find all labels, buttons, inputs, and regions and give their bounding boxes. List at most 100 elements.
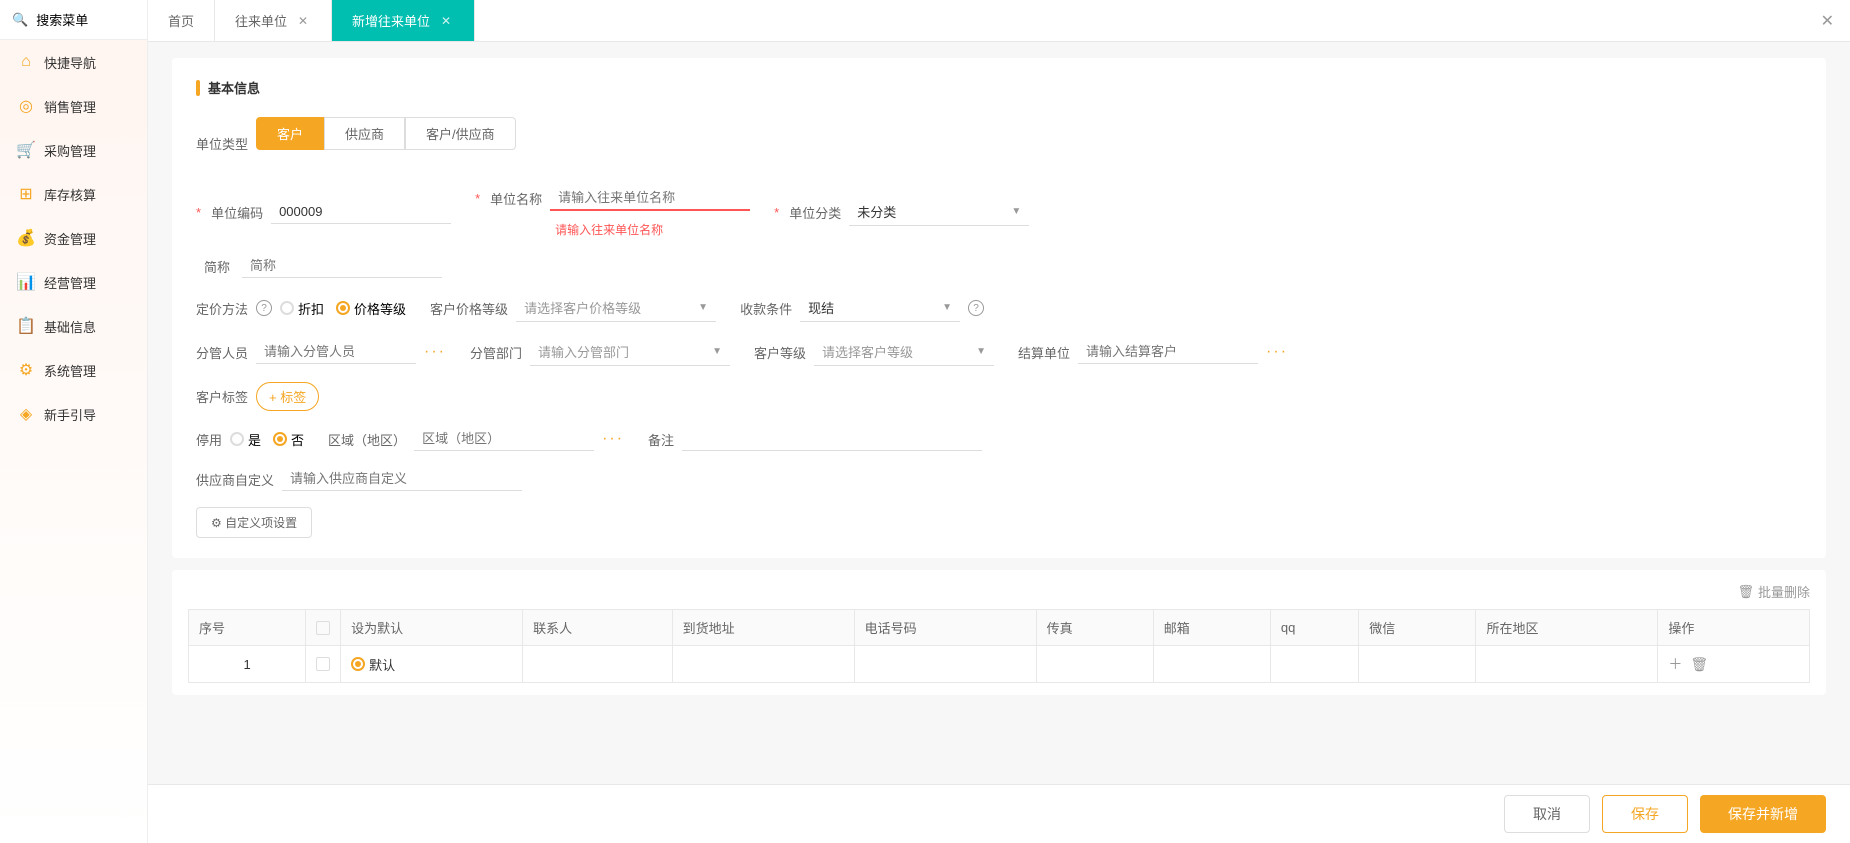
operations-icon: 📊 xyxy=(16,272,36,292)
pricing-radio-price-level[interactable]: 价格等级 xyxy=(336,299,406,318)
row-wechat xyxy=(1359,646,1476,683)
code-input[interactable] xyxy=(271,200,451,224)
cancel-button[interactable]: 取消 xyxy=(1504,795,1590,833)
search-menu-label: 搜索菜单 xyxy=(36,10,88,29)
basic-info-icon: 📋 xyxy=(16,316,36,336)
manager-more-btn[interactable]: ··· xyxy=(424,343,446,361)
sidebar-item-quick-nav[interactable]: ⌂ 快捷导航 xyxy=(0,40,147,84)
region-input[interactable] xyxy=(414,427,594,451)
tab-home[interactable]: 首页 xyxy=(148,0,215,41)
unit-type-item: 单位类型 客户 供应商 客户/供应商 xyxy=(196,117,516,170)
batch-delete-label: 批量删除 xyxy=(1758,582,1810,601)
row-default-radio[interactable]: 默认 xyxy=(351,655,512,674)
settlement-input[interactable] xyxy=(1078,340,1258,364)
pricing-item: 定价方法 ? 折扣 价格等级 xyxy=(196,299,406,318)
customer-level-label: 客户等级 xyxy=(754,343,806,362)
name-input[interactable] xyxy=(550,186,750,211)
settlement-item: 结算单位 ··· xyxy=(1018,340,1288,364)
col-contact: 联系人 xyxy=(523,610,673,646)
tab-new-contact-close[interactable]: ✕ xyxy=(438,13,454,29)
abbr-input[interactable] xyxy=(242,254,442,278)
settlement-more-btn[interactable]: ··· xyxy=(1266,343,1288,361)
radio-circle-price-level xyxy=(336,301,350,315)
region-more-btn[interactable]: ··· xyxy=(602,430,624,448)
department-select[interactable]: 请输入分管部门 ▼ xyxy=(530,338,730,366)
abbr-item: 简称 xyxy=(196,254,442,278)
supplier-custom-label: 供应商自定义 xyxy=(196,470,274,489)
contact-table: 序号 设为默认 联系人 到货地址 电话号码 传真 邮箱 qq 微信 所在地区 xyxy=(188,609,1810,683)
table-row: 1 默认 xyxy=(189,646,1810,683)
payment-value: 现结 xyxy=(808,298,834,317)
abbr-label: 简称 xyxy=(204,257,230,276)
tab-new-contact[interactable]: 新增往来单位 ✕ xyxy=(332,0,475,41)
sidebar-item-sys-mgmt[interactable]: ⚙ 系统管理 xyxy=(0,348,147,392)
customer-level-item: 客户等级 请选择客户等级 ▼ xyxy=(754,338,994,366)
remark-item: 备注 xyxy=(648,427,982,451)
customer-price-select[interactable]: 请选择客户价格等级 ▼ xyxy=(516,294,716,322)
window-close-icon[interactable]: ✕ xyxy=(1821,11,1834,31)
tab-contacts[interactable]: 往来单位 ✕ xyxy=(215,0,332,41)
department-label: 分管部门 xyxy=(470,343,522,362)
sidebar-item-inventory[interactable]: ⊞ 库存核算 xyxy=(0,172,147,216)
row-region xyxy=(1476,646,1658,683)
disabled-yes[interactable]: 是 xyxy=(230,430,261,449)
code-label: 单位编码 xyxy=(211,203,263,222)
sidebar-label-inventory: 库存核算 xyxy=(44,185,96,204)
tag-item: 客户标签 + 标签 xyxy=(196,382,319,411)
sidebar-item-purchase[interactable]: 🛒 采购管理 xyxy=(0,128,147,172)
customer-price-item: 客户价格等级 请选择客户价格等级 ▼ xyxy=(430,294,716,322)
manager-item: 分管人员 ··· xyxy=(196,340,446,364)
manager-input[interactable] xyxy=(256,340,416,364)
sidebar: 🔍 搜索菜单 ⌂ 快捷导航 ◎ 销售管理 🛒 采购管理 ⊞ 库存核算 💰 资金管… xyxy=(0,0,148,843)
type-btn-both[interactable]: 客户/供应商 xyxy=(405,117,516,150)
remark-input[interactable] xyxy=(682,427,982,451)
pricing-help-icon[interactable]: ? xyxy=(256,300,272,316)
sidebar-label-basic-info: 基础信息 xyxy=(44,317,96,336)
table-header: 序号 设为默认 联系人 到货地址 电话号码 传真 邮箱 qq 微信 所在地区 xyxy=(189,610,1810,646)
row-add-icon[interactable]: ＋ xyxy=(1668,654,1682,674)
sales-icon: ◎ xyxy=(16,96,36,116)
save-button[interactable]: 保存 xyxy=(1602,795,1688,833)
row-checkbox[interactable] xyxy=(316,657,330,671)
section-title: 基本信息 xyxy=(196,78,1802,97)
row-delete-icon[interactable]: 🗑 xyxy=(1690,656,1708,673)
remark-label: 备注 xyxy=(648,430,674,449)
table-body: 1 默认 xyxy=(189,646,1810,683)
custom-settings-btn[interactable]: ⚙ 自定义项设置 xyxy=(196,507,312,538)
batch-delete-btn[interactable]: 🗑 批量删除 xyxy=(1737,582,1810,601)
pricing-radio-discount[interactable]: 折扣 xyxy=(280,299,324,318)
sidebar-item-sales[interactable]: ◎ 销售管理 xyxy=(0,84,147,128)
tab-contacts-close[interactable]: ✕ xyxy=(295,13,311,29)
radio-circle-no xyxy=(273,432,287,446)
payment-select[interactable]: 现结 ▼ xyxy=(800,294,960,322)
type-btn-customer[interactable]: 客户 xyxy=(256,117,324,150)
add-tag-btn[interactable]: + 标签 xyxy=(256,382,319,411)
sidebar-label-sys-mgmt: 系统管理 xyxy=(44,361,96,380)
disabled-no[interactable]: 否 xyxy=(273,430,304,449)
header-checkbox[interactable] xyxy=(316,621,330,635)
disabled-row: 停用 是 否 区 xyxy=(196,427,1802,451)
payment-help-icon[interactable]: ? xyxy=(968,300,984,316)
category-select[interactable]: 未分类 ▼ xyxy=(849,198,1029,226)
sidebar-item-operations[interactable]: 📊 经营管理 xyxy=(0,260,147,304)
sidebar-item-basic-info[interactable]: 📋 基础信息 xyxy=(0,304,147,348)
category-label: 单位分类 xyxy=(789,203,841,222)
customer-level-select[interactable]: 请选择客户等级 ▼ xyxy=(814,338,994,366)
sidebar-label-finance: 资金管理 xyxy=(44,229,96,248)
supplier-custom-input[interactable] xyxy=(282,467,522,491)
search-menu[interactable]: 🔍 搜索菜单 xyxy=(0,0,147,40)
type-btn-supplier[interactable]: 供应商 xyxy=(324,117,405,150)
sys-icon: ⚙ xyxy=(16,360,36,380)
row-index: 1 xyxy=(189,646,306,683)
table-toolbar: 🗑 批量删除 xyxy=(188,582,1810,601)
row-fax xyxy=(1036,646,1153,683)
sidebar-item-finance[interactable]: 💰 资金管理 xyxy=(0,216,147,260)
name-item: * 单位名称 请输入往来单位名称 xyxy=(475,186,750,238)
sidebar-item-newbie[interactable]: ◈ 新手引导 xyxy=(0,392,147,436)
region-item: 区域（地区） ··· xyxy=(328,427,624,451)
disabled-no-label: 否 xyxy=(291,430,304,449)
radio-circle-discount xyxy=(280,301,294,315)
settlement-label: 结算单位 xyxy=(1018,343,1070,362)
tag-row: 客户标签 + 标签 xyxy=(196,382,1802,411)
save-new-button[interactable]: 保存并新增 xyxy=(1700,795,1826,833)
